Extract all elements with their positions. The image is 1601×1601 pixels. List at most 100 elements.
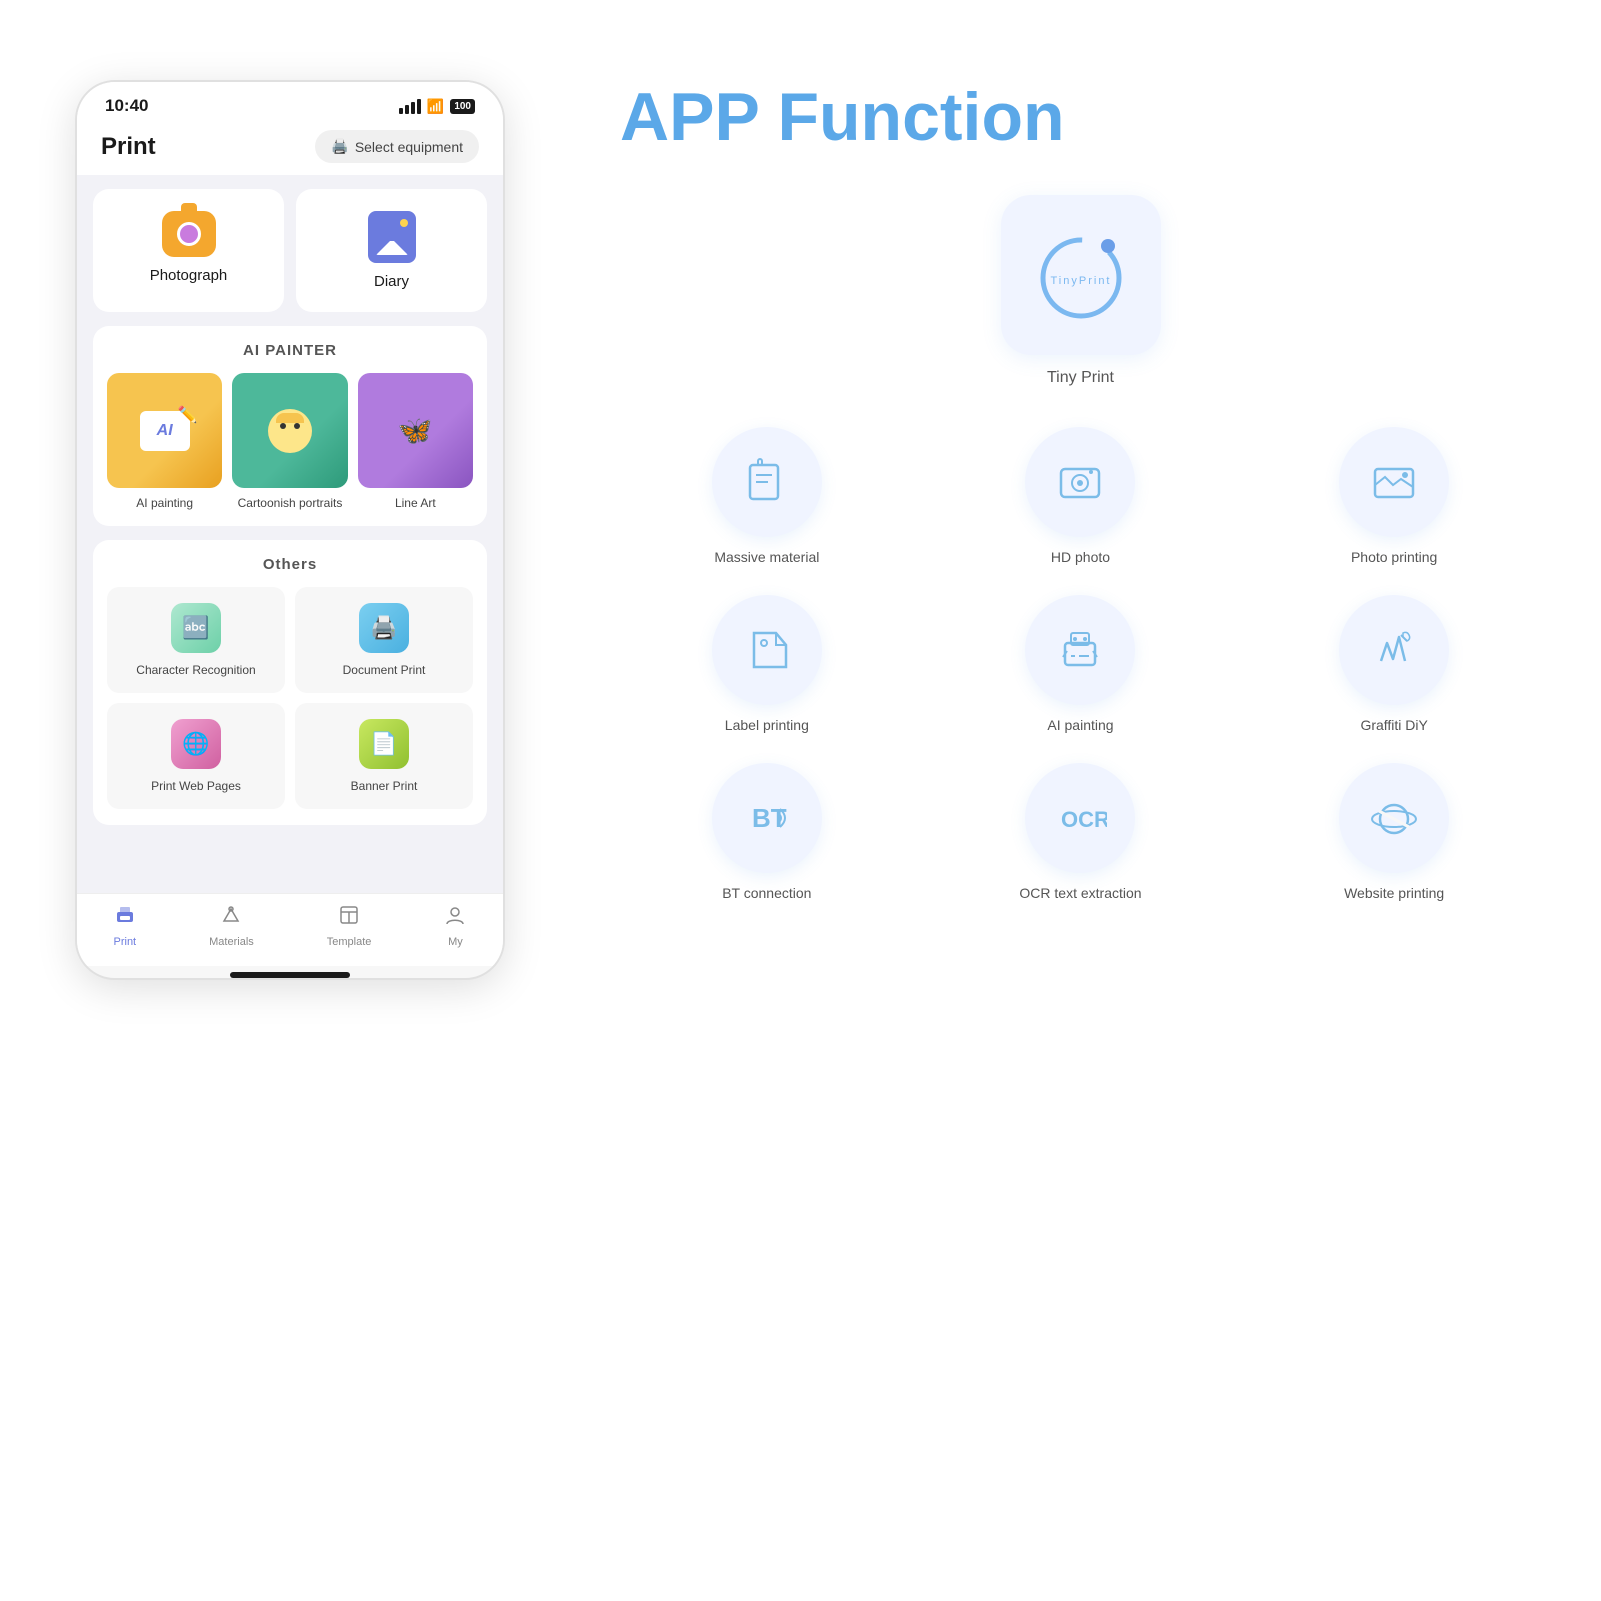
func-massive-material: Massive material xyxy=(620,427,914,565)
diary-label: Diary xyxy=(374,273,409,290)
ai-grid: AI ✏️ AI painting xyxy=(107,373,473,510)
others-section: Others 🔤 Character Recognition 🖨️ Docume… xyxy=(93,540,487,825)
ocr-label: OCR text extraction xyxy=(1019,885,1141,901)
ai-painting-item[interactable]: AI ✏️ AI painting xyxy=(107,373,222,510)
ai-monitor-icon: AI ✏️ xyxy=(140,411,190,451)
massive-material-label: Massive material xyxy=(714,549,819,565)
doc-icon: 🖨️ xyxy=(359,603,409,653)
ai-painter-section: AI PAINTER AI ✏️ AI painting xyxy=(93,326,487,526)
function-grid: Massive material HD photo xyxy=(620,427,1541,901)
status-time: 10:40 xyxy=(105,96,148,116)
massive-material-circle xyxy=(712,427,822,537)
ai-pen-icon: ✏️ xyxy=(178,405,198,425)
tiny-print-logo-card: TinyPrint xyxy=(1001,195,1161,355)
others-title: Others xyxy=(107,556,473,573)
tiny-print-logo: TinyPrint xyxy=(1026,220,1136,330)
template-nav-label: Template xyxy=(327,936,372,948)
my-nav-label: My xyxy=(448,936,463,948)
app-function-title: APP Function xyxy=(620,80,1541,155)
my-nav-icon xyxy=(444,904,466,932)
print-web-item[interactable]: 🌐 Print Web Pages xyxy=(107,703,285,809)
svg-text:OCR: OCR xyxy=(1061,807,1107,832)
diary-card[interactable]: Diary xyxy=(296,189,487,312)
nav-item-print[interactable]: Print xyxy=(114,904,137,948)
func-photo-printing: Photo printing xyxy=(1247,427,1541,565)
banner-print-label: Banner Print xyxy=(351,779,418,793)
document-print-item[interactable]: 🖨️ Document Print xyxy=(295,587,473,693)
hd-photo-label: HD photo xyxy=(1051,549,1110,565)
bt-connection-label: BT connection xyxy=(722,885,811,901)
label-printing-circle xyxy=(712,595,822,705)
photograph-card[interactable]: Photograph xyxy=(93,189,284,312)
banner-print-item[interactable]: 📄 Banner Print xyxy=(295,703,473,809)
wifi-icon: 📶 xyxy=(427,98,444,115)
character-recognition-label: Character Recognition xyxy=(136,663,255,677)
web-icon: 🌐 xyxy=(171,719,221,769)
func-website-printing: Website printing xyxy=(1247,763,1541,901)
status-bar: 10:40 📶 100 xyxy=(77,82,503,122)
template-nav-icon xyxy=(338,904,360,932)
print-web-label: Print Web Pages xyxy=(151,779,241,793)
ocr-icon: 🔤 xyxy=(171,603,221,653)
tiny-print-label: Tiny Print xyxy=(1047,369,1114,387)
photograph-label: Photograph xyxy=(150,267,228,284)
battery-icon: 100 xyxy=(450,99,475,114)
bottom-nav: Print Materials Template xyxy=(77,893,503,966)
select-equipment-button[interactable]: 🖨️ Select equipment xyxy=(315,130,479,163)
label-printing-label: Label printing xyxy=(725,717,809,733)
ai-painting-thumb: AI ✏️ xyxy=(107,373,222,488)
bt-connection-circle: BT xyxy=(712,763,822,873)
print-nav-icon xyxy=(114,904,136,932)
banner-icon: 📄 xyxy=(359,719,409,769)
ai-painting-circle xyxy=(1025,595,1135,705)
logo-row: TinyPrint Tiny Print xyxy=(620,195,1541,387)
signal-icon xyxy=(399,99,421,114)
printer-icon: 🖨️ xyxy=(331,138,348,155)
camera-icon xyxy=(162,211,216,257)
func-graffiti: Graffiti DiY xyxy=(1247,595,1541,733)
photo-printing-label: Photo printing xyxy=(1351,549,1437,565)
func-bt-connection: BT BT connection xyxy=(620,763,914,901)
phone-mockup: 10:40 📶 100 Print xyxy=(75,80,505,980)
website-printing-label: Website printing xyxy=(1344,885,1444,901)
right-panel: APP Function TinyPrint Tiny Print xyxy=(580,60,1561,921)
document-print-label: Document Print xyxy=(343,663,426,677)
diary-icon xyxy=(368,211,416,263)
others-grid: 🔤 Character Recognition 🖨️ Document Prin… xyxy=(107,587,473,809)
lineart-label: Line Art xyxy=(395,496,436,510)
cartoonish-thumb xyxy=(232,373,347,488)
top-icon-grid: Photograph Diary xyxy=(93,189,487,312)
ai-painter-title: AI PAINTER xyxy=(107,342,473,359)
phone-container: 10:40 📶 100 Print xyxy=(40,60,540,980)
cartoon-eyes-icon xyxy=(280,423,300,429)
character-recognition-item[interactable]: 🔤 Character Recognition xyxy=(107,587,285,693)
ocr-circle: OCR xyxy=(1025,763,1135,873)
print-nav-label: Print xyxy=(114,936,137,948)
materials-nav-label: Materials xyxy=(209,936,254,948)
cartoonish-item[interactable]: Cartoonish portraits xyxy=(232,373,347,510)
page-container: 10:40 📶 100 Print xyxy=(0,0,1601,1601)
materials-nav-icon xyxy=(220,904,242,932)
phone-content: Photograph Diary AI PAINTER xyxy=(77,175,503,893)
status-icons: 📶 100 xyxy=(399,98,475,115)
home-indicator xyxy=(230,972,350,978)
lineart-thumb: 🦋 xyxy=(358,373,473,488)
nav-item-template[interactable]: Template xyxy=(327,904,372,948)
photo-printing-circle xyxy=(1339,427,1449,537)
butterfly-icon: 🦋 xyxy=(398,414,433,447)
website-printing-circle xyxy=(1339,763,1449,873)
func-ocr: OCR OCR text extraction xyxy=(934,763,1228,901)
graffiti-label: Graffiti DiY xyxy=(1360,717,1427,733)
svg-text:TinyPrint: TinyPrint xyxy=(1050,275,1111,287)
phone-header: Print 🖨️ Select equipment xyxy=(77,122,503,175)
cartoon-face-icon xyxy=(268,409,312,453)
nav-item-materials[interactable]: Materials xyxy=(209,904,254,948)
func-label-printing: Label printing xyxy=(620,595,914,733)
graffiti-circle xyxy=(1339,595,1449,705)
lineart-item[interactable]: 🦋 Line Art xyxy=(358,373,473,510)
cartoonish-label: Cartoonish portraits xyxy=(238,496,343,510)
nav-item-my[interactable]: My xyxy=(444,904,466,948)
ai-painting-label: AI painting xyxy=(136,496,193,510)
func-ai-painting: AI painting xyxy=(934,595,1228,733)
func-hd-photo: HD photo xyxy=(934,427,1228,565)
